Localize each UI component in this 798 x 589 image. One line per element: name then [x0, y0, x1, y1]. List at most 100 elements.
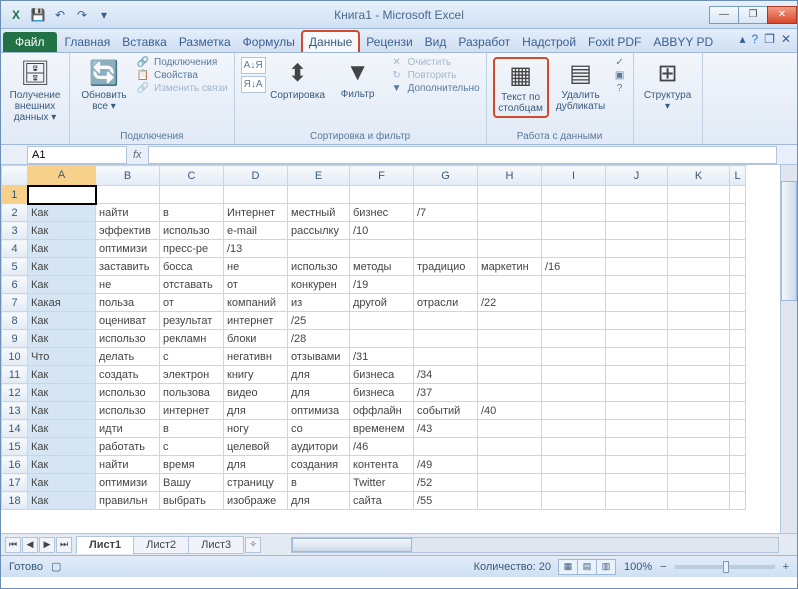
- row-header[interactable]: 4: [2, 240, 28, 258]
- zoom-out-button[interactable]: −: [660, 561, 666, 573]
- cell[interactable]: временем: [350, 420, 414, 438]
- cell[interactable]: /34: [414, 366, 478, 384]
- cell[interactable]: выбрать: [160, 492, 224, 510]
- cell[interactable]: оптимизи: [96, 240, 160, 258]
- select-all-corner[interactable]: [2, 166, 28, 186]
- cell[interactable]: оффлайн: [350, 402, 414, 420]
- cell[interactable]: [606, 438, 668, 456]
- cell[interactable]: правильн: [96, 492, 160, 510]
- cell[interactable]: [668, 438, 730, 456]
- cell[interactable]: /22: [478, 294, 542, 312]
- cell[interactable]: маркетин: [478, 258, 542, 276]
- cell[interactable]: в: [288, 474, 350, 492]
- cell[interactable]: от: [160, 294, 224, 312]
- tab-foxit pdf[interactable]: Foxit PDF: [582, 32, 647, 52]
- tab-abbyy pd[interactable]: ABBYY PD: [647, 32, 719, 52]
- cell[interactable]: [730, 240, 746, 258]
- sheet-nav-first[interactable]: ⏮: [5, 537, 21, 553]
- cell[interactable]: оптимизи: [96, 474, 160, 492]
- consolidate-button[interactable]: ▣: [613, 70, 627, 81]
- cell[interactable]: [668, 366, 730, 384]
- cell[interactable]: целевой: [224, 438, 288, 456]
- cell[interactable]: /25: [288, 312, 350, 330]
- cell[interactable]: [730, 474, 746, 492]
- cell[interactable]: [668, 222, 730, 240]
- cell[interactable]: [730, 330, 746, 348]
- cell[interactable]: /19: [350, 276, 414, 294]
- cell[interactable]: традицио: [414, 258, 478, 276]
- cell[interactable]: e-mail: [224, 222, 288, 240]
- cell[interactable]: [730, 222, 746, 240]
- cell[interactable]: [542, 420, 606, 438]
- cell[interactable]: местный: [288, 204, 350, 222]
- tab-вставка[interactable]: Вставка: [116, 32, 173, 52]
- cell[interactable]: [606, 456, 668, 474]
- tab-разработ[interactable]: Разработ: [452, 32, 516, 52]
- cell[interactable]: [478, 420, 542, 438]
- cell[interactable]: использо: [288, 258, 350, 276]
- whatif-button[interactable]: ?: [613, 83, 627, 94]
- zoom-thumb[interactable]: [723, 561, 729, 573]
- sort-button[interactable]: ⬍ Сортировка: [270, 57, 326, 103]
- cell[interactable]: [350, 312, 414, 330]
- cell[interactable]: не: [224, 258, 288, 276]
- cell[interactable]: работать: [96, 438, 160, 456]
- cell[interactable]: Как: [28, 384, 96, 402]
- vertical-scrollbar[interactable]: [780, 165, 797, 533]
- cell[interactable]: [668, 420, 730, 438]
- cell[interactable]: пользова: [160, 384, 224, 402]
- cell[interactable]: отзывами: [288, 348, 350, 366]
- cell[interactable]: [668, 186, 730, 204]
- cell[interactable]: [542, 276, 606, 294]
- cell[interactable]: /46: [350, 438, 414, 456]
- cell[interactable]: [606, 474, 668, 492]
- cell[interactable]: [668, 348, 730, 366]
- cell[interactable]: [542, 366, 606, 384]
- cell[interactable]: [542, 456, 606, 474]
- cell[interactable]: изображе: [224, 492, 288, 510]
- cell[interactable]: [730, 492, 746, 510]
- cell[interactable]: [542, 240, 606, 258]
- cell[interactable]: [288, 186, 350, 204]
- cell[interactable]: польза: [96, 294, 160, 312]
- cell[interactable]: Как: [28, 204, 96, 222]
- row-header[interactable]: 15: [2, 438, 28, 456]
- cell[interactable]: другой: [350, 294, 414, 312]
- cell[interactable]: в: [160, 204, 224, 222]
- cell[interactable]: конкурен: [288, 276, 350, 294]
- col-header-I[interactable]: I: [542, 166, 606, 186]
- cell[interactable]: бизнес: [350, 204, 414, 222]
- cell[interactable]: [668, 330, 730, 348]
- cell[interactable]: Как: [28, 456, 96, 474]
- tab-разметка[interactable]: Разметка: [173, 32, 237, 52]
- cell[interactable]: с: [160, 348, 224, 366]
- cell[interactable]: [542, 402, 606, 420]
- cell[interactable]: [606, 186, 668, 204]
- cell[interactable]: [606, 258, 668, 276]
- tab-вид[interactable]: Вид: [419, 32, 453, 52]
- get-external-data-button[interactable]: 🗄 Получение внешних данных ▾: [7, 57, 63, 125]
- cell[interactable]: [606, 348, 668, 366]
- close-button[interactable]: ✕: [767, 6, 797, 24]
- cell[interactable]: [542, 222, 606, 240]
- cell[interactable]: /7: [414, 204, 478, 222]
- view-normal-button[interactable]: ▦: [558, 559, 578, 575]
- cell[interactable]: [478, 474, 542, 492]
- cell[interactable]: Как: [28, 474, 96, 492]
- help-icon[interactable]: ?: [751, 32, 758, 46]
- cell[interactable]: [730, 204, 746, 222]
- cell[interactable]: [478, 312, 542, 330]
- outline-button[interactable]: ⊞ Структура ▾: [640, 57, 696, 114]
- cell[interactable]: событий: [414, 402, 478, 420]
- cell[interactable]: [668, 384, 730, 402]
- cell[interactable]: страницу: [224, 474, 288, 492]
- col-header-B[interactable]: B: [96, 166, 160, 186]
- close-workbook-icon[interactable]: ✕: [781, 32, 791, 46]
- view-pagebreak-button[interactable]: ▥: [596, 559, 616, 575]
- new-sheet-button[interactable]: ✧: [245, 537, 261, 553]
- spreadsheet-grid[interactable]: ABCDEFGHIJKL 12КакнайтивИнтернетместныйб…: [1, 165, 746, 510]
- col-header-G[interactable]: G: [414, 166, 478, 186]
- col-header-C[interactable]: C: [160, 166, 224, 186]
- cell[interactable]: [478, 276, 542, 294]
- cell[interactable]: [350, 330, 414, 348]
